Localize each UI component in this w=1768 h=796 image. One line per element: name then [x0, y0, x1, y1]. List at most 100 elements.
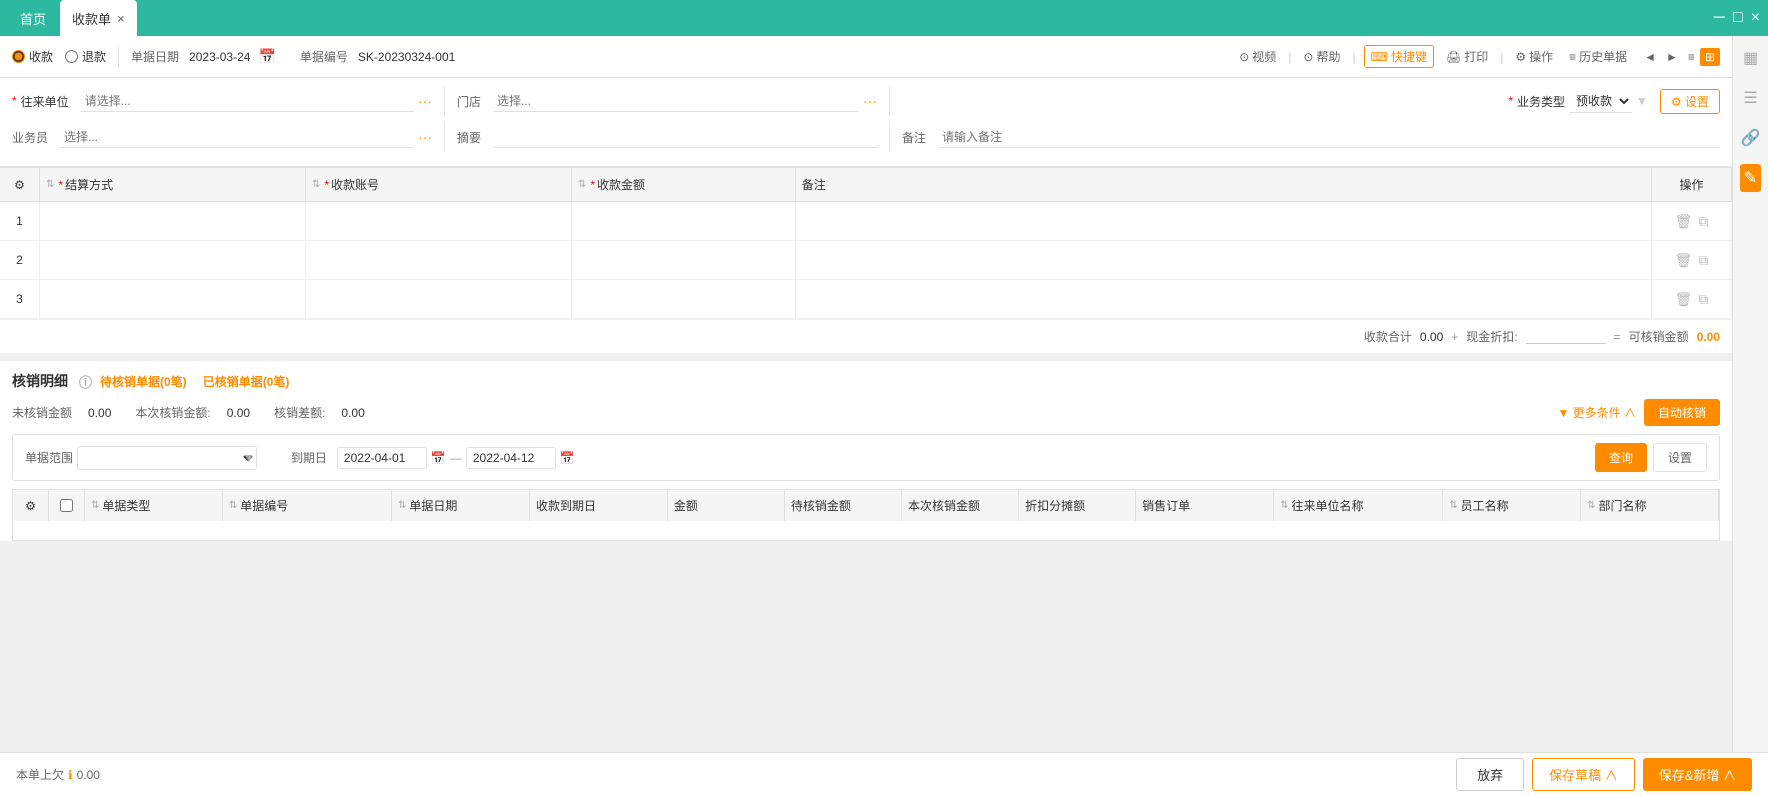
bottom-info-icon[interactable]: ℹ: [68, 768, 73, 782]
row1-account[interactable]: [306, 202, 572, 240]
delete-icon[interactable]: 🗑: [1675, 213, 1693, 230]
row1-amount[interactable]: [572, 202, 796, 240]
discount-input[interactable]: [1526, 329, 1606, 344]
draft-btn[interactable]: 保存草稿 ∧: [1532, 758, 1635, 791]
col-settle: ⇅ * 结算方式: [40, 168, 306, 201]
delete-icon[interactable]: 🗑: [1675, 291, 1693, 308]
row2-note[interactable]: [796, 241, 1652, 279]
abandon-btn[interactable]: 放弃: [1456, 758, 1524, 791]
sub-col-dept: ⇅ 部门名称: [1581, 490, 1719, 521]
bottom-bar: 本单上欠 ℹ 0.00 放弃 保存草稿 ∧ 保存&新增 ∧: [0, 752, 1768, 796]
tab-bar: 首页 收款单 × ─ □ ×: [0, 0, 1768, 36]
sub-gear-icon[interactable]: ⚙: [25, 499, 36, 513]
diff-value: 0.00: [341, 406, 364, 420]
help-icon: ⊙: [1303, 50, 1313, 64]
sub-col-sale: 销售订单: [1136, 490, 1274, 521]
video-btn[interactable]: ⊙ 视频: [1235, 46, 1280, 67]
grid-view-icon[interactable]: ⊞: [1700, 48, 1720, 66]
print-btn[interactable]: 🖨 打印: [1442, 46, 1492, 67]
col-note: 备注: [796, 168, 1652, 201]
table-row: 2 🗑 ⧉: [0, 241, 1732, 280]
history-btn[interactable]: ≡ 历史单据: [1565, 46, 1631, 67]
note-input[interactable]: [938, 127, 1720, 148]
info-icon[interactable]: ⓘ: [79, 372, 92, 391]
row2-account[interactable]: [306, 241, 572, 279]
col-account: ⇅ * 收款账号: [306, 168, 572, 201]
list-view-icon[interactable]: ≡: [1683, 48, 1700, 66]
operation-icon: ⚙: [1515, 50, 1526, 64]
row3-account[interactable]: [306, 280, 572, 318]
row3-settle[interactable]: [40, 280, 306, 318]
staff-field: 业务员 ···: [12, 127, 432, 148]
counterpart-more-icon[interactable]: ···: [418, 93, 432, 109]
shortcut-btn[interactable]: ⌨ 快捷键: [1364, 45, 1434, 68]
row1-note[interactable]: [796, 202, 1652, 240]
prev-icon[interactable]: ◄: [1639, 48, 1661, 66]
setting-btn[interactable]: ⚙ 设置: [1660, 89, 1720, 114]
sub-col-type: ⇅ 单据类型: [85, 490, 223, 521]
col-gear[interactable]: ⚙: [0, 168, 40, 201]
setting2-btn[interactable]: 设置: [1653, 443, 1707, 472]
tab-active[interactable]: 收款单 ×: [60, 0, 137, 36]
delete-icon[interactable]: 🗑: [1675, 252, 1693, 269]
row1-idx: 1: [0, 202, 40, 240]
link-icon[interactable]: 🔗: [1737, 124, 1765, 152]
copy-icon[interactable]: ⧉: [1698, 291, 1708, 308]
edit-icon[interactable]: ✎: [1740, 164, 1761, 192]
eq-sign: =: [1614, 330, 1621, 344]
row2-amount[interactable]: [572, 241, 796, 279]
sub-col-duedate: 收款到期日: [530, 490, 668, 521]
copy-icon[interactable]: ⧉: [1698, 252, 1708, 269]
store-more-icon[interactable]: ···: [863, 93, 877, 109]
row3-amount[interactable]: [572, 280, 796, 318]
sub-col-num: ⇅ 单据编号: [223, 490, 392, 521]
radio-receive[interactable]: 收款: [12, 48, 53, 65]
summary-input[interactable]: [493, 127, 877, 148]
date-from-input[interactable]: [337, 447, 427, 469]
table-header: ⚙ ⇅ * 结算方式 ⇅ * 收款账号 ⇅ * 收款金额 备注 操作: [0, 167, 1732, 202]
auto-verif-btn[interactable]: 自动核销: [1644, 399, 1720, 426]
date-to-input[interactable]: [466, 447, 556, 469]
sub-col-cb[interactable]: [49, 490, 85, 521]
help-btn[interactable]: ⊙ 帮助: [1299, 46, 1344, 67]
next-icon[interactable]: ►: [1661, 48, 1683, 66]
filter-row: 单据范围 ▼ 到期日 📅 — 📅 查询 设置: [12, 434, 1720, 481]
list-icon[interactable]: ☰: [1739, 84, 1761, 112]
row1-settle[interactable]: [40, 202, 306, 240]
tab-bar-right: ─ □ ×: [1714, 9, 1760, 27]
counterpart-input[interactable]: [81, 91, 414, 112]
more-conditions-btn[interactable]: ▼ 更多条件 ∧: [1557, 404, 1636, 421]
verif-title: 核销明细 ⓘ 待核销单据(0笔) 已核销单据(0笔): [12, 371, 1720, 391]
row2-settle[interactable]: [40, 241, 306, 279]
close-icon[interactable]: ×: [1751, 9, 1760, 27]
range-select[interactable]: [77, 446, 257, 470]
minimize-icon[interactable]: ─: [1714, 9, 1725, 27]
radio-group: 收款 退款: [12, 48, 106, 65]
staff-more-icon[interactable]: ···: [418, 129, 432, 145]
save-btn[interactable]: 保存&新增 ∧: [1643, 758, 1752, 791]
sub-col-gear[interactable]: ⚙: [13, 490, 49, 521]
business-select[interactable]: 预收款: [1569, 90, 1632, 113]
copy-icon[interactable]: ⧉: [1698, 213, 1708, 230]
tab-home[interactable]: 首页: [8, 0, 58, 36]
sub-col-amount: 金额: [668, 490, 785, 521]
maximize-icon[interactable]: □: [1733, 9, 1743, 27]
tab-pending[interactable]: 待核销单据(0笔): [100, 373, 187, 390]
staff-input[interactable]: [60, 127, 414, 148]
query-btn[interactable]: 查询: [1595, 443, 1647, 472]
col-amount: ⇅ * 收款金额: [572, 168, 796, 201]
radio-refund[interactable]: 退款: [65, 48, 106, 65]
tab-close-icon[interactable]: ×: [117, 11, 125, 26]
gear-icon[interactable]: ⚙: [14, 178, 25, 192]
store-input[interactable]: [493, 91, 859, 112]
table-icon[interactable]: ▦: [1739, 44, 1762, 72]
operation-btn[interactable]: ⚙ 操作: [1511, 46, 1557, 67]
tab-done[interactable]: 已核销单据(0笔): [203, 373, 290, 390]
calendar-to-icon[interactable]: 📅: [560, 451, 575, 465]
select-all-checkbox[interactable]: [60, 499, 73, 512]
calendar-icon[interactable]: 📅: [258, 48, 275, 65]
verification-section: 核销明细 ⓘ 待核销单据(0笔) 已核销单据(0笔) 未核销金额 0.00 本次…: [0, 361, 1732, 541]
calendar-from-icon[interactable]: 📅: [431, 451, 446, 465]
total-value: 0.00: [1420, 330, 1443, 344]
row3-note[interactable]: [796, 280, 1652, 318]
